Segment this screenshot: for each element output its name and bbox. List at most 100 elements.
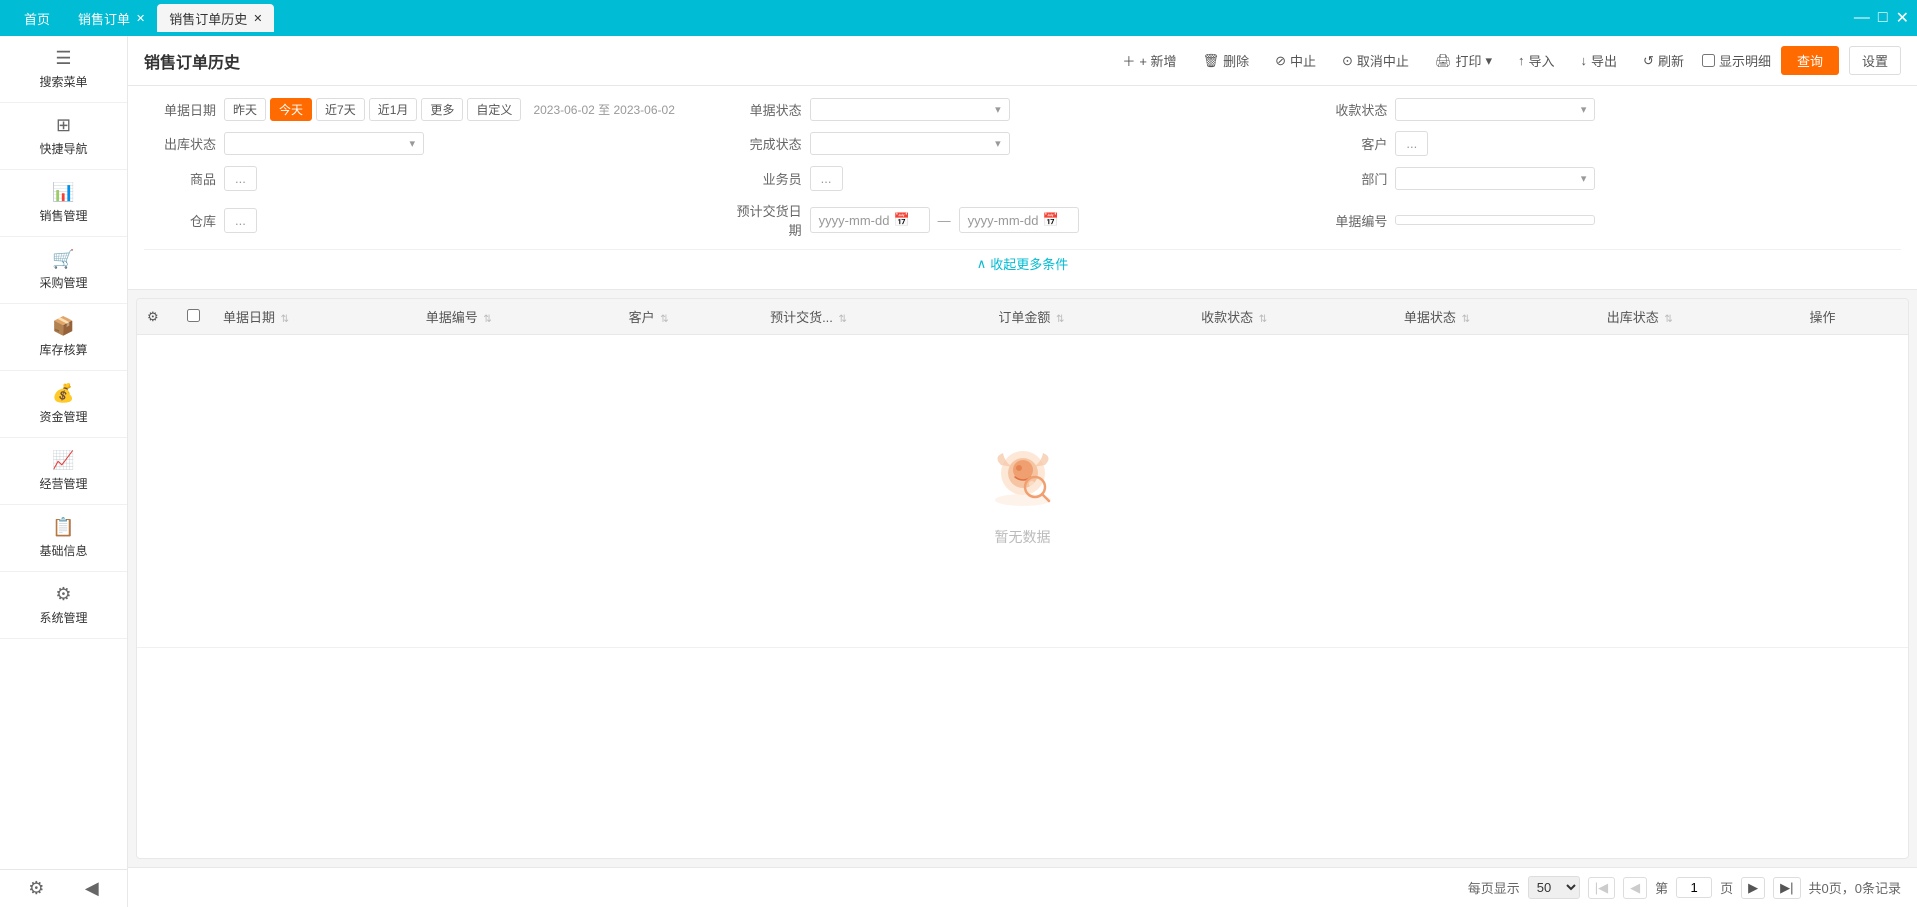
order-status-label: 单据状态 <box>730 100 810 119</box>
settings-bottom-icon[interactable]: ⚙ <box>28 878 44 899</box>
page-number-input[interactable] <box>1676 877 1712 898</box>
col-outbound-status-header[interactable]: 出库状态 ⇅ <box>1597 299 1800 335</box>
col-date-header[interactable]: 单据日期 ⇅ <box>213 299 416 335</box>
sidebar-item-sales-mgmt[interactable]: 📊 销售管理 <box>0 170 127 237</box>
department-select[interactable]: ▾ <box>1395 167 1595 190</box>
col-operations-label: 操作 <box>1809 310 1835 325</box>
order-no-input[interactable] <box>1395 215 1595 225</box>
close-sales-order-tab[interactable]: ✕ <box>136 12 145 25</box>
col-order-no-sort-icon[interactable]: ⇅ <box>483 314 491 325</box>
export-button[interactable]: ↓ 导出 <box>1573 47 1626 74</box>
cancel-stop-button[interactable]: ⊙ 取消中止 <box>1334 47 1417 74</box>
first-page-btn[interactable]: |◀ <box>1588 877 1615 899</box>
minimize-btn[interactable]: — <box>1854 9 1870 27</box>
date-btn-today[interactable]: 今天 <box>270 98 312 121</box>
col-expected-delivery-sort-icon[interactable]: ⇅ <box>839 314 847 325</box>
query-button[interactable]: 查询 <box>1781 46 1839 75</box>
page-size-select[interactable]: 50 10 20 100 <box>1528 876 1580 899</box>
payment-status-select[interactable]: ▾ <box>1395 98 1595 121</box>
settings-button[interactable]: 设置 <box>1849 46 1901 75</box>
col-date-sort-icon[interactable]: ⇅ <box>281 314 289 325</box>
sidebar-item-finance[interactable]: 💰 资金管理 <box>0 371 127 438</box>
sidebar-item-search-menu[interactable]: ☰ 搜索菜单 <box>0 36 127 103</box>
col-order-status-label: 单据状态 <box>1404 310 1456 325</box>
sidebar-item-operations[interactable]: 📈 经营管理 <box>0 438 127 505</box>
order-no-control[interactable] <box>1395 215 1901 225</box>
search-menu-icon: ☰ <box>55 48 71 69</box>
tab-sales-order-history[interactable]: 销售订单历史 ✕ <box>157 4 274 32</box>
completion-status-control[interactable]: ▾ <box>810 132 1316 155</box>
sidebar-item-system-mgmt[interactable]: ⚙ 系统管理 <box>0 572 127 639</box>
payment-status-label: 收款状态 <box>1315 100 1395 119</box>
calendar-start-icon[interactable]: 📅 <box>893 212 909 228</box>
select-all-checkbox[interactable] <box>187 309 200 322</box>
collapse-button[interactable]: ∧ 收起更多条件 <box>977 254 1069 273</box>
close-btn[interactable]: ✕ <box>1896 8 1909 28</box>
new-button[interactable]: ＋ + 新增 <box>1114 47 1184 74</box>
col-order-amount-header[interactable]: 订单金额 ⇅ <box>988 299 1191 335</box>
col-order-no-header[interactable]: 单据编号 ⇅ <box>416 299 619 335</box>
date-btn-last1month[interactable]: 近1月 <box>369 98 418 121</box>
prev-page-btn[interactable]: ◀ <box>1623 877 1647 899</box>
expected-delivery-start-input[interactable]: yyyy-mm-dd 📅 <box>810 207 930 233</box>
warehouse-control[interactable]: ... <box>224 208 730 233</box>
refresh-button[interactable]: ↺ 刷新 <box>1635 47 1692 74</box>
date-btn-more[interactable]: 更多 <box>421 98 463 121</box>
last-page-btn[interactable]: ▶| <box>1773 877 1800 899</box>
sidebar-item-basic-info[interactable]: 📋 基础信息 <box>0 505 127 572</box>
order-status-select[interactable]: ▾ <box>810 98 1010 121</box>
next-page-btn[interactable]: ▶ <box>1741 877 1765 899</box>
sidebar-item-quick-nav[interactable]: ⊞ 快捷导航 <box>0 103 127 170</box>
date-btn-yesterday[interactable]: 昨天 <box>224 98 266 121</box>
col-order-amount-sort-icon[interactable]: ⇅ <box>1056 314 1064 325</box>
expected-delivery-control[interactable]: yyyy-mm-dd 📅 — yyyy-mm-dd 📅 <box>810 207 1316 233</box>
expected-delivery-end-input[interactable]: yyyy-mm-dd 📅 <box>959 207 1079 233</box>
col-expected-delivery-header[interactable]: 预计交货... ⇅ <box>760 299 988 335</box>
salesperson-label: 业务员 <box>730 169 810 188</box>
close-history-tab[interactable]: ✕ <box>253 12 262 25</box>
print-icon: 🖨 <box>1435 53 1452 69</box>
product-control[interactable]: ... <box>224 166 730 191</box>
sidebar-item-inventory[interactable]: 📦 库存核算 <box>0 304 127 371</box>
outbound-status-select[interactable]: ▾ <box>224 132 424 155</box>
stop-button[interactable]: ⊘ 中止 <box>1267 47 1324 74</box>
calendar-end-icon[interactable]: 📅 <box>1042 212 1058 228</box>
date-btn-custom[interactable]: 自定义 <box>467 98 521 121</box>
col-order-status-header[interactable]: 单据状态 ⇅ <box>1394 299 1597 335</box>
completion-status-select[interactable]: ▾ <box>810 132 1010 155</box>
salesperson-control[interactable]: ... <box>810 166 1316 191</box>
outbound-status-control[interactable]: ▾ <box>224 132 730 155</box>
print-button[interactable]: 🖨 打印 ▾ <box>1427 47 1500 74</box>
col-customer-header[interactable]: 客户 ⇅ <box>619 299 761 335</box>
page-header: 销售订单历史 ＋ + 新增 🗑 删除 ⊘ 中止 ⊙ 取消中止 <box>128 36 1917 86</box>
col-outbound-status-sort-icon[interactable]: ⇅ <box>1664 314 1672 325</box>
inventory-icon: 📦 <box>52 316 74 337</box>
col-check-header[interactable] <box>177 299 213 335</box>
col-settings-header[interactable]: ⚙ <box>137 299 177 335</box>
order-status-control[interactable]: ▾ <box>810 98 1316 121</box>
tab-home[interactable]: 首页 <box>8 4 66 32</box>
department-control[interactable]: ▾ <box>1395 167 1901 190</box>
settings-icon[interactable]: ⚙ <box>147 309 159 324</box>
col-payment-status-header[interactable]: 收款状态 ⇅ <box>1191 299 1394 335</box>
col-payment-status-sort-icon[interactable]: ⇅ <box>1259 314 1267 325</box>
customer-select-btn[interactable]: ... <box>1395 131 1428 156</box>
payment-status-control[interactable]: ▾ <box>1395 98 1901 121</box>
warehouse-select-btn[interactable]: ... <box>224 208 257 233</box>
empty-text: 暂无数据 <box>995 527 1051 547</box>
delete-button[interactable]: 🗑 删除 <box>1195 47 1258 74</box>
tab-sales-order[interactable]: 销售订单 ✕ <box>66 4 157 32</box>
salesperson-select-btn[interactable]: ... <box>810 166 843 191</box>
col-customer-sort-icon[interactable]: ⇅ <box>660 314 668 325</box>
customer-label: 客户 <box>1315 134 1395 153</box>
date-btn-last7days[interactable]: 近7天 <box>316 98 365 121</box>
show-detail-checkbox-label[interactable]: 显示明细 <box>1702 51 1771 70</box>
maximize-btn[interactable]: □ <box>1878 9 1888 27</box>
product-select-btn[interactable]: ... <box>224 166 257 191</box>
collapse-sidebar-icon[interactable]: ◀ <box>85 878 99 899</box>
import-button[interactable]: ↑ 导入 <box>1510 47 1563 74</box>
show-detail-checkbox[interactable] <box>1702 54 1715 67</box>
customer-control[interactable]: ... <box>1395 131 1901 156</box>
sidebar-item-purchase-mgmt[interactable]: 🛒 采购管理 <box>0 237 127 304</box>
col-order-status-sort-icon[interactable]: ⇅ <box>1462 314 1470 325</box>
